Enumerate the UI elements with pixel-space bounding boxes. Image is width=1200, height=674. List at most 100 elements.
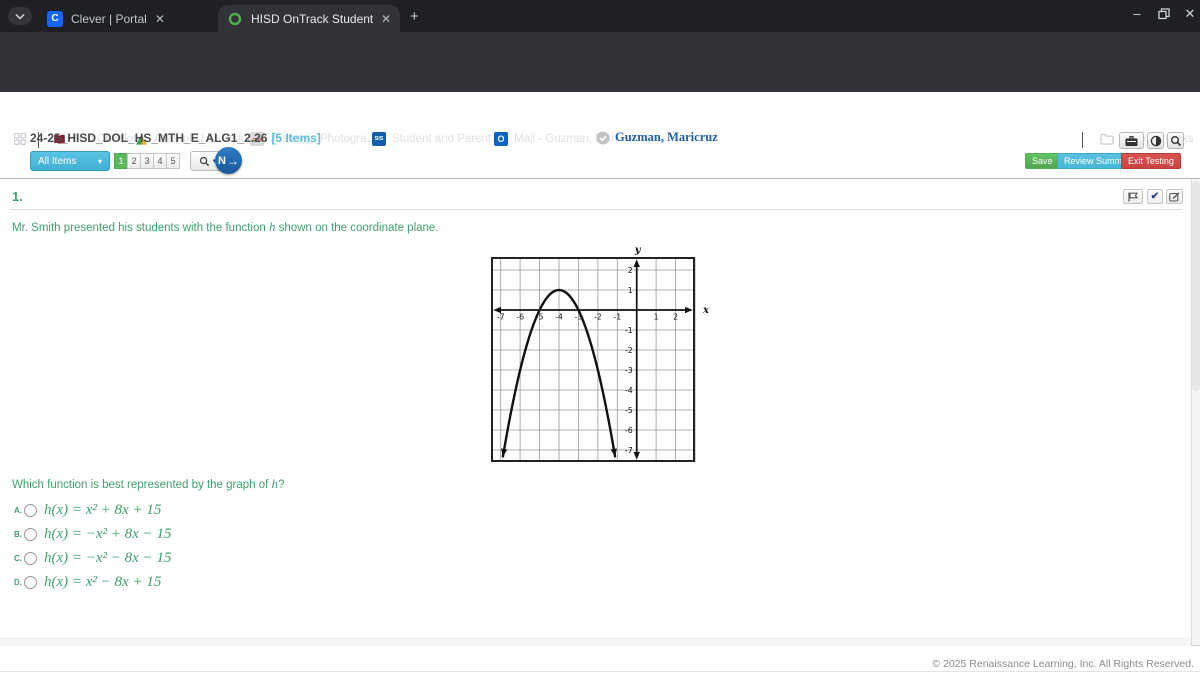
footer-divider xyxy=(0,671,1200,672)
clever-favicon: C xyxy=(47,10,63,27)
answer-option-c[interactable]: C. h(x) = −x² − 8x − 15 xyxy=(14,549,171,567)
svg-text:1: 1 xyxy=(654,313,659,322)
window-restore-button[interactable] xyxy=(1155,8,1173,23)
copyright-text: © 2025 Renaissance Learning, Inc. All Ri… xyxy=(932,658,1194,670)
answer-eliminator-button[interactable]: ✔ xyxy=(1147,189,1163,204)
calculator-icon xyxy=(1125,135,1138,146)
flag-question-button[interactable] xyxy=(1123,189,1143,204)
items-count-badge: [5 Items] xyxy=(271,131,321,145)
bookmarks-bar: Fish Cheeks Atlas of U.S. History... JPI… xyxy=(0,62,1200,148)
notes-button[interactable] xyxy=(1166,189,1183,204)
option-radio[interactable] xyxy=(24,503,37,517)
tab-clever-portal[interactable]: C Clever | Portal ✕ xyxy=(38,5,214,32)
svg-text:-6: -6 xyxy=(625,426,633,435)
svg-text:-1: -1 xyxy=(625,326,633,335)
svg-text:-2: -2 xyxy=(625,346,633,355)
option-formula: h(x) = x² − 8x + 15 xyxy=(44,573,162,590)
zoom-tool-button[interactable] xyxy=(1167,132,1184,149)
question-subprompt: Which function is best represented by th… xyxy=(12,476,284,492)
option-letter: D. xyxy=(14,577,22,587)
apps-grid-icon[interactable] xyxy=(13,132,27,150)
check-icon: ✔ xyxy=(1150,191,1160,202)
svg-text:y: y xyxy=(634,245,642,256)
svg-text:-4: -4 xyxy=(555,313,563,322)
svg-text:1: 1 xyxy=(628,286,633,295)
item-filter-label: All Items xyxy=(38,155,77,167)
contrast-button[interactable] xyxy=(1147,132,1164,149)
student-check-icon xyxy=(596,131,610,144)
svg-text:-3: -3 xyxy=(625,366,633,375)
tab-close-icon[interactable]: ✕ xyxy=(155,13,165,25)
option-letter: A. xyxy=(14,505,22,515)
item-button-5[interactable]: 5 xyxy=(166,153,180,169)
svg-text:-6: -6 xyxy=(516,313,524,322)
prompt-text: Mr. Smith presented his students with th… xyxy=(12,222,269,234)
answer-option-b[interactable]: B. h(x) = −x² + 8x − 15 xyxy=(14,525,171,543)
outlook-icon: O xyxy=(494,132,508,146)
prompt-text: Which function is best represented by th… xyxy=(12,479,272,491)
ontrack-favicon xyxy=(227,11,243,27)
window-close-button[interactable]: ✕ xyxy=(1181,6,1199,22)
flag-icon xyxy=(1128,192,1139,201)
item-number-group: 1 2 3 4 5 xyxy=(114,153,180,169)
sis-icon: SIS xyxy=(372,132,386,146)
option-radio[interactable] xyxy=(24,575,37,589)
prompt-text: ? xyxy=(278,479,285,491)
option-letter: B. xyxy=(14,529,22,539)
exit-testing-button[interactable]: Exit Testing xyxy=(1121,153,1181,169)
option-letter: C. xyxy=(14,553,22,563)
question-prompt: Mr. Smith presented his students with th… xyxy=(12,219,439,235)
scrollbar-thumb[interactable] xyxy=(1192,181,1200,391)
next-item-button[interactable]: N → xyxy=(215,147,242,174)
screen: C Clever | Portal ✕ HISD OnTrack Student… xyxy=(0,0,1200,674)
student-name: Guzman, Maricruz xyxy=(615,130,718,144)
chevron-down-icon: ▾ xyxy=(97,156,102,166)
item-button-2[interactable]: 2 xyxy=(127,153,141,169)
tab-close-icon[interactable]: ✕ xyxy=(381,13,391,25)
tab-title: Clever | Portal xyxy=(71,11,147,26)
option-formula: h(x) = −x² + 8x − 15 xyxy=(44,525,172,542)
answer-option-a[interactable]: A. h(x) = x² + 8x + 15 xyxy=(14,501,161,519)
search-icon xyxy=(199,156,209,166)
tab-strip: C Clever | Portal ✕ HISD OnTrack Student… xyxy=(0,0,1200,32)
answer-option-d[interactable]: D. h(x) = x² − 8x + 15 xyxy=(14,573,161,591)
tab-search-button[interactable] xyxy=(8,7,32,25)
window-minimize-button[interactable]: – xyxy=(1128,6,1146,21)
option-radio[interactable] xyxy=(24,551,37,565)
prompt-text: shown on the coordinate plane. xyxy=(275,222,439,234)
bookmarks-right-separator xyxy=(1082,132,1083,148)
test-title-text: 24-25_HISD_DOL_HS_MTH_E_ALG1_2.26 xyxy=(30,131,268,145)
svg-text:-1: -1 xyxy=(613,313,621,322)
folder-icon xyxy=(1100,133,1114,145)
svg-text:2: 2 xyxy=(673,313,678,322)
tab-hisd-ontrack[interactable]: HISD OnTrack Student | Renais ✕ xyxy=(218,5,400,32)
svg-text:-7: -7 xyxy=(497,313,505,322)
calculator-button[interactable] xyxy=(1119,132,1144,149)
svg-text:-5: -5 xyxy=(625,406,633,415)
svg-text:-7: -7 xyxy=(625,446,633,455)
item-filter-dropdown[interactable]: All Items ▾ xyxy=(30,151,110,171)
student-indicator: Guzman, Maricruz xyxy=(596,130,718,145)
bookmark-label: Student and Parent... xyxy=(392,133,501,145)
save-button[interactable]: Save xyxy=(1025,153,1060,169)
option-formula: h(x) = −x² − 8x − 15 xyxy=(44,549,172,566)
question-number: 1. xyxy=(12,189,23,204)
edit-note-icon xyxy=(1169,191,1180,202)
magnifier-icon xyxy=(1170,135,1181,146)
item-button-3[interactable]: 3 xyxy=(140,153,154,169)
item-button-4[interactable]: 4 xyxy=(153,153,167,169)
function-graph: -7 -6 -5 -4 -3 -2 -1 1 221-1-2-3-4-5-6-7yx xyxy=(491,245,710,462)
tab-title: HISD OnTrack Student | Renais xyxy=(251,11,373,26)
svg-text:-4: -4 xyxy=(625,386,633,395)
chevron-down-icon xyxy=(15,13,25,20)
option-radio[interactable] xyxy=(24,527,37,541)
panel-bottom-strip xyxy=(0,637,1191,646)
bookmark-sis[interactable]: SIS Student and Parent... xyxy=(372,130,501,148)
svg-text:x: x xyxy=(702,305,710,316)
item-button-1[interactable]: 1 xyxy=(114,153,128,169)
new-tab-button[interactable]: + xyxy=(410,8,419,25)
next-label: N xyxy=(218,154,226,167)
browser-toolbar: ← → ↻ student.schoolcity.com/student/Com… xyxy=(0,32,1200,90)
question-divider xyxy=(10,209,1182,210)
option-formula: h(x) = x² + 8x + 15 xyxy=(44,501,162,518)
